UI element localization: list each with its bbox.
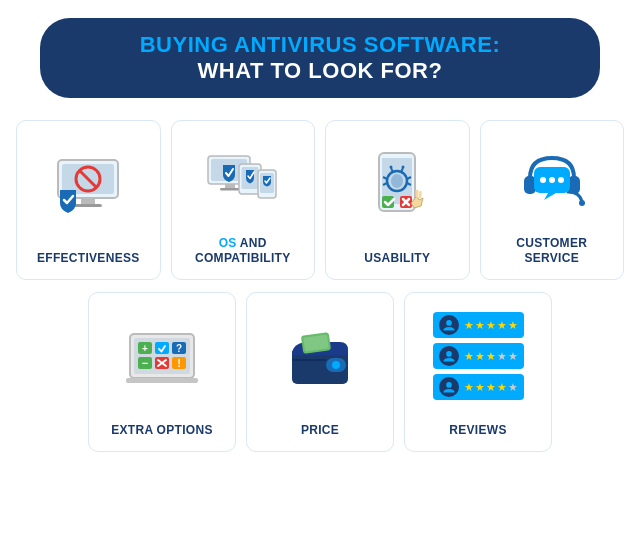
svg-point-20: [402, 166, 405, 169]
avatar-3: [439, 377, 459, 397]
svg-text:+: +: [142, 343, 148, 354]
review-row-3: ★ ★ ★ ★ ★: [433, 374, 524, 400]
svg-text:?: ?: [176, 343, 182, 354]
cards-row-1: EFFECTIVENESS: [16, 120, 624, 280]
extra-options-label: EXTRA OPTIONS: [111, 423, 212, 439]
svg-rect-41: [126, 378, 198, 383]
card-os-compatibility: OS AND COMPATIBILITY: [171, 120, 316, 280]
avatar-1: [439, 315, 459, 335]
effectiveness-label: EFFECTIVENESS: [37, 251, 140, 267]
svg-point-62: [446, 382, 452, 388]
os-compatibility-label: OS AND COMPATIBILITY: [180, 236, 307, 267]
stars-3: ★ ★ ★ ★ ★: [464, 381, 518, 394]
customer-service-label: CUSTOMER SERVICE: [489, 236, 616, 267]
price-label: PRICE: [301, 423, 339, 439]
stars-2: ★ ★ ★ ★ ★: [464, 350, 518, 363]
svg-point-25: [391, 174, 403, 188]
svg-rect-9: [220, 188, 240, 191]
stars-1: ★ ★ ★ ★ ★: [464, 319, 518, 332]
price-icon: [280, 305, 360, 415]
reviews-icon: ★ ★ ★ ★ ★ ★: [433, 305, 524, 407]
reviews-label: REVIEWS: [449, 423, 506, 439]
customer-service-icon: [512, 133, 592, 228]
svg-point-19: [390, 166, 393, 169]
svg-point-38: [558, 177, 564, 183]
usability-icon: [357, 133, 437, 243]
review-row-1: ★ ★ ★ ★ ★: [433, 312, 524, 338]
svg-text:!: !: [177, 357, 181, 369]
card-usability: USABILITY: [325, 120, 470, 280]
card-price: PRICE: [246, 292, 394, 452]
svg-point-60: [446, 320, 452, 326]
svg-point-61: [446, 351, 452, 357]
svg-point-36: [540, 177, 546, 183]
card-customer-service: CUSTOMER SERVICE: [480, 120, 625, 280]
svg-point-37: [549, 177, 555, 183]
header-line1: BUYING ANTIVIRUS SOFTWARE:: [76, 32, 563, 58]
card-reviews: ★ ★ ★ ★ ★ ★: [404, 292, 552, 452]
cards-row-2: + ? − ! EXTRA OPTIONS: [16, 292, 624, 452]
os-compatibility-icon: [203, 133, 283, 228]
usability-label: USABILITY: [364, 251, 430, 267]
svg-point-34: [579, 200, 585, 206]
header-line2: WHAT TO LOOK FOR?: [76, 58, 563, 84]
card-extra-options: + ? − ! EXTRA OPTIONS: [88, 292, 236, 452]
svg-rect-2: [81, 198, 95, 205]
review-row-2: ★ ★ ★ ★ ★: [433, 343, 524, 369]
extra-options-icon: + ? − !: [122, 305, 202, 415]
header-box: BUYING ANTIVIRUS SOFTWARE: WHAT TO LOOK …: [40, 18, 599, 98]
svg-point-58: [332, 361, 340, 369]
reviews-list: ★ ★ ★ ★ ★ ★: [433, 312, 524, 400]
effectiveness-icon: [48, 133, 128, 243]
svg-text:−: −: [142, 357, 148, 369]
avatar-2: [439, 346, 459, 366]
svg-rect-3: [74, 204, 102, 207]
card-effectiveness: EFFECTIVENESS: [16, 120, 161, 280]
svg-line-31: [420, 192, 421, 197]
